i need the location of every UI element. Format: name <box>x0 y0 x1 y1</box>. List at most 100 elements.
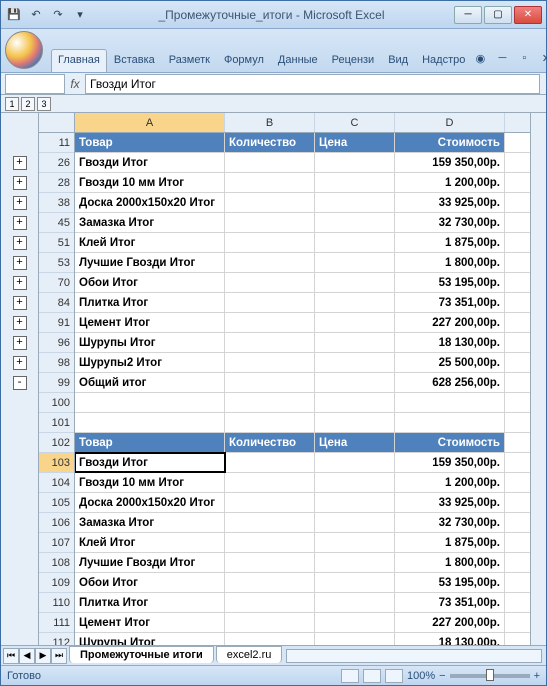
expand-button[interactable]: + <box>13 216 27 230</box>
cell[interactable] <box>315 613 395 632</box>
sheet-nav-first[interactable]: ⏮ <box>3 648 19 664</box>
cell[interactable]: 628 256,00р. <box>395 373 505 392</box>
cell[interactable]: Лучшие Гвозди Итог <box>75 553 225 572</box>
cell[interactable] <box>225 573 315 592</box>
cell[interactable]: Клей Итог <box>75 233 225 252</box>
row-header[interactable]: 106 <box>39 513 74 533</box>
cell[interactable] <box>225 613 315 632</box>
cell[interactable] <box>315 353 395 372</box>
row-header[interactable]: 110 <box>39 593 74 613</box>
cell[interactable] <box>225 213 315 232</box>
cell[interactable]: 53 195,00р. <box>395 573 505 592</box>
cell[interactable] <box>225 353 315 372</box>
ribbon-tab[interactable]: Вид <box>381 49 415 72</box>
ribbon-tab[interactable]: Главная <box>51 49 107 72</box>
cell[interactable] <box>315 293 395 312</box>
cell[interactable]: 227 200,00р. <box>395 313 505 332</box>
cell[interactable] <box>225 513 315 532</box>
cell[interactable] <box>315 153 395 172</box>
cell[interactable]: 1 200,00р. <box>395 173 505 192</box>
collapse-button[interactable]: - <box>13 376 27 390</box>
row-header[interactable]: 70 <box>39 273 74 293</box>
cell[interactable] <box>315 173 395 192</box>
cell[interactable] <box>315 553 395 572</box>
ribbon-tab[interactable]: Разметк <box>162 49 217 72</box>
cell[interactable]: Шурупы Итог <box>75 633 225 645</box>
cell[interactable]: 25 500,00р. <box>395 353 505 372</box>
cell[interactable]: 73 351,00р. <box>395 293 505 312</box>
row-header[interactable]: 100 <box>39 393 74 413</box>
row-header[interactable]: 102 <box>39 433 74 453</box>
cell[interactable] <box>225 233 315 252</box>
cell[interactable]: Обои Итог <box>75 273 225 292</box>
office-button[interactable] <box>5 31 43 69</box>
cell[interactable] <box>315 333 395 352</box>
cells-area[interactable]: A B C D ТоварКоличествоЦенаСтоимостьГвоз… <box>75 113 530 645</box>
row-header[interactable]: 91 <box>39 313 74 333</box>
cell[interactable]: Гвозди 10 мм Итог <box>75 473 225 492</box>
horizontal-scrollbar[interactable] <box>286 649 542 663</box>
cell[interactable] <box>225 413 315 432</box>
cell[interactable] <box>225 193 315 212</box>
cell[interactable] <box>75 393 225 412</box>
minimize-ribbon-icon[interactable]: ─ <box>494 50 510 66</box>
ribbon-tab[interactable]: Вставка <box>107 49 162 72</box>
cell[interactable] <box>395 413 505 432</box>
row-header[interactable]: 109 <box>39 573 74 593</box>
cell[interactable]: 159 350,00р. <box>395 453 505 472</box>
cell[interactable]: Цемент Итог <box>75 313 225 332</box>
cell[interactable] <box>315 453 395 472</box>
minimize-button[interactable]: ─ <box>454 6 482 24</box>
col-header-d[interactable]: D <box>395 113 505 132</box>
cell[interactable] <box>315 253 395 272</box>
cell[interactable] <box>225 333 315 352</box>
expand-button[interactable]: + <box>13 156 27 170</box>
row-header[interactable]: 108 <box>39 553 74 573</box>
cell[interactable] <box>315 393 395 412</box>
cell[interactable] <box>315 313 395 332</box>
cell[interactable] <box>225 293 315 312</box>
vertical-scrollbar[interactable] <box>530 113 546 645</box>
cell[interactable]: Замазка Итог <box>75 513 225 532</box>
cell[interactable] <box>315 493 395 512</box>
sheet-nav-next[interactable]: ▶ <box>35 648 51 664</box>
cell[interactable]: Гвозди 10 мм Итог <box>75 173 225 192</box>
row-header[interactable]: 99 <box>39 373 74 393</box>
view-pagebreak-icon[interactable] <box>385 669 403 683</box>
zoom-in-icon[interactable]: + <box>534 670 540 682</box>
cell[interactable]: 32 730,00р. <box>395 213 505 232</box>
sheet-nav-prev[interactable]: ◀ <box>19 648 35 664</box>
cell[interactable] <box>75 413 225 432</box>
cell[interactable]: 1 800,00р. <box>395 553 505 572</box>
cell[interactable]: Шурупы Итог <box>75 333 225 352</box>
expand-button[interactable]: + <box>13 276 27 290</box>
cell[interactable] <box>315 413 395 432</box>
cell[interactable]: 33 925,00р. <box>395 193 505 212</box>
view-layout-icon[interactable] <box>363 669 381 683</box>
row-header[interactable]: 45 <box>39 213 74 233</box>
row-header[interactable]: 51 <box>39 233 74 253</box>
col-header-a[interactable]: A <box>75 113 225 132</box>
cell[interactable]: Количество <box>225 133 315 152</box>
cell[interactable]: Товар <box>75 133 225 152</box>
cell[interactable] <box>315 573 395 592</box>
view-normal-icon[interactable] <box>341 669 359 683</box>
restore-window-icon[interactable]: ▫ <box>516 50 532 66</box>
cell[interactable]: 53 195,00р. <box>395 273 505 292</box>
cell[interactable]: Шурупы2 Итог <box>75 353 225 372</box>
outline-level-3[interactable]: 3 <box>37 97 51 111</box>
sheet-tab-active[interactable]: Промежуточные итоги <box>69 646 214 663</box>
cell[interactable] <box>315 633 395 645</box>
cell[interactable]: 33 925,00р. <box>395 493 505 512</box>
row-header[interactable]: 107 <box>39 533 74 553</box>
cell[interactable]: Замазка Итог <box>75 213 225 232</box>
cell[interactable] <box>225 553 315 572</box>
row-header[interactable]: 104 <box>39 473 74 493</box>
row-header[interactable]: 101 <box>39 413 74 433</box>
col-header-b[interactable]: B <box>225 113 315 132</box>
cell[interactable] <box>225 393 315 412</box>
close-workbook-icon[interactable]: ✕ <box>538 50 547 66</box>
cell[interactable] <box>225 533 315 552</box>
ribbon-tab[interactable]: Данные <box>271 49 325 72</box>
row-header[interactable]: 28 <box>39 173 74 193</box>
